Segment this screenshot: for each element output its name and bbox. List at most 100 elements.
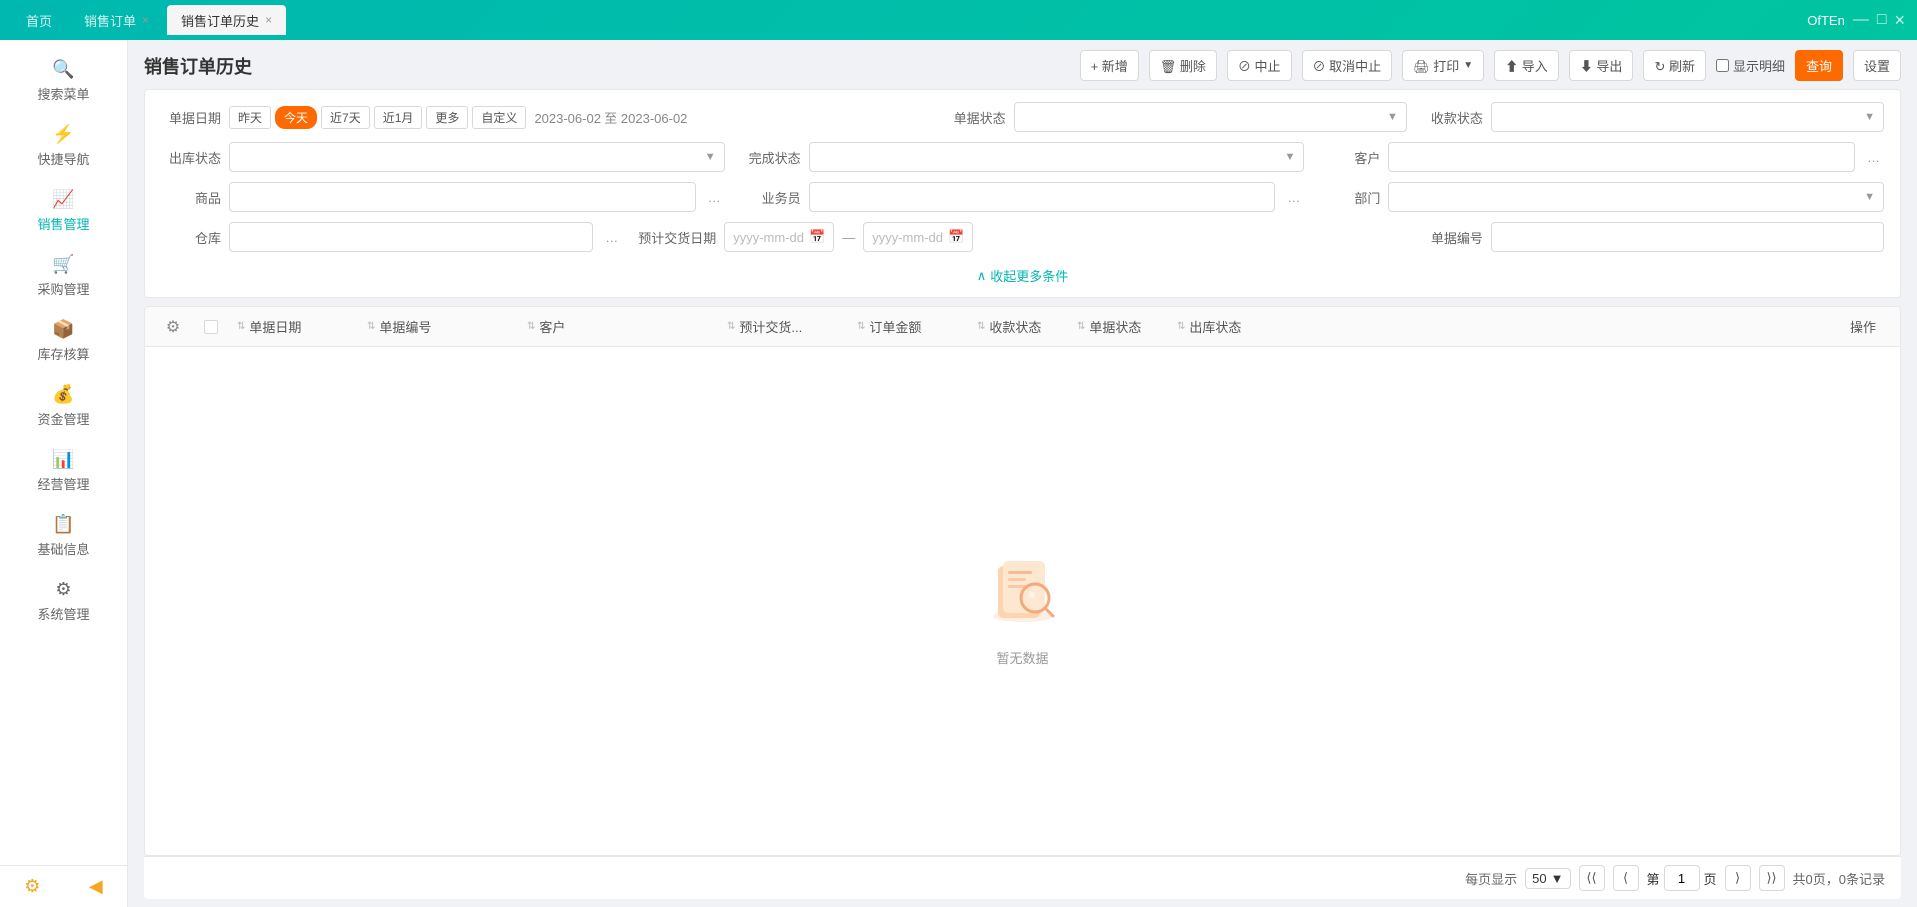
settings-button[interactable]: 设置	[1853, 50, 1901, 81]
query-button[interactable]: 查询	[1795, 50, 1843, 81]
th-customer[interactable]: ⇅ 客户	[519, 317, 719, 336]
department-select[interactable]: ▼	[1388, 182, 1884, 212]
page-input[interactable]	[1664, 865, 1700, 891]
date-range-btns: 昨天 今天 近7天 近1月 更多 自定义	[229, 106, 526, 129]
main-layout: 🔍 搜索菜单 ⚡ 快捷导航 📈 销售管理 🛒 采购管理 📦 库存核算 💰 资金管…	[0, 40, 1917, 907]
th-order[interactable]: ⇅ 单据编号	[359, 317, 519, 336]
delete-button[interactable]: 🗑 删除	[1149, 50, 1217, 81]
more-btn[interactable]: 更多	[426, 106, 468, 129]
table-header: ⚙ ⇅ 单据日期 ⇅ 单据编号 ⇅ 客户 ⇅	[145, 307, 1900, 347]
display-detail-checkbox[interactable]	[1716, 59, 1729, 72]
tab-sales-history-close[interactable]: ×	[265, 13, 272, 27]
custom-btn[interactable]: 自定义	[472, 106, 526, 129]
window-close-btn[interactable]: ×	[1894, 10, 1905, 31]
th-status[interactable]: ⇅ 单据状态	[1069, 317, 1169, 336]
product-ellipsis-btn[interactable]: …	[704, 190, 725, 205]
delivery-date-to[interactable]: yyyy-mm-dd 📅	[863, 222, 973, 252]
page-title: 销售订单历史	[144, 53, 252, 79]
table-settings-gear-icon[interactable]: ⚙	[166, 317, 180, 337]
print-button[interactable]: 🖨 打印 ▼	[1402, 50, 1484, 81]
doc-number-input[interactable]	[1491, 222, 1884, 252]
often-text: OfTEn	[1807, 13, 1845, 28]
pagination-page: 第 页	[1647, 865, 1717, 891]
sidebar-item-ops-mgmt[interactable]: 📊 经营管理	[0, 438, 127, 503]
first-page-btn[interactable]: ⟨⟨	[1579, 865, 1605, 891]
last1m-btn[interactable]: 近1月	[374, 106, 423, 129]
warehouse-ellipsis-btn[interactable]: …	[601, 230, 622, 245]
sidebar-item-basic-info-label: 基础信息	[37, 539, 89, 558]
tab-sales-order[interactable]: 销售订单 ×	[70, 5, 163, 35]
outbound-status-select[interactable]: ▼	[229, 142, 725, 172]
page-header: 销售订单历史 + 新增 🗑 删除 ⊘ 中止 ⊘ 取消中止 🖨 打印 ▼ ⬆ 导入…	[128, 40, 1917, 89]
doc-status-select[interactable]: ▼	[1014, 102, 1407, 132]
receipt-status-label: 收款状态	[1423, 108, 1483, 127]
prev-page-btn[interactable]: ⟨	[1613, 865, 1639, 891]
inventory-calc-icon: 📦	[53, 318, 75, 340]
salesperson-input[interactable]	[809, 182, 1276, 212]
collapse-btn[interactable]: ∧ 收起更多条件	[161, 262, 1884, 285]
window-maximize-btn[interactable]: □	[1877, 11, 1887, 29]
th-checkbox[interactable]	[193, 320, 229, 334]
page-prefix: 第	[1647, 869, 1660, 888]
display-toggle[interactable]: 显示明细	[1716, 56, 1785, 75]
sidebar-item-fund-mgmt[interactable]: 💰 资金管理	[0, 373, 127, 438]
today-btn[interactable]: 今天	[275, 106, 317, 129]
complete-status-select[interactable]: ▼	[809, 142, 1305, 172]
outbound-status-label: 出库状态	[161, 148, 221, 167]
fund-mgmt-icon: 💰	[53, 383, 75, 405]
sidebar-item-inventory-calc[interactable]: 📦 库存核算	[0, 308, 127, 373]
window-minimize-btn[interactable]: —	[1853, 11, 1869, 29]
warehouse-input[interactable]	[229, 222, 593, 252]
sidebar-item-basic-info[interactable]: 📋 基础信息	[0, 503, 127, 568]
product-input[interactable]	[229, 182, 696, 212]
toolbar: + 新增 🗑 删除 ⊘ 中止 ⊘ 取消中止 🖨 打印 ▼ ⬆ 导入 ⬇ 导出 ↻…	[1080, 50, 1901, 81]
export-button[interactable]: ⬇ 导出	[1569, 50, 1634, 81]
sidebar-item-sales-mgmt[interactable]: 📈 销售管理	[0, 178, 127, 243]
doc-date-label: 单据日期	[161, 108, 221, 127]
delivery-date-from[interactable]: yyyy-mm-dd 📅	[724, 222, 834, 252]
per-page-select[interactable]: 50 ▼	[1525, 868, 1570, 889]
th-receipt[interactable]: ⇅ 收款状态	[969, 317, 1069, 336]
cancel-stop-button[interactable]: ⊘ 取消中止	[1302, 50, 1393, 81]
doc-status-label: 单据状态	[946, 108, 1006, 127]
sort-status-icon: ⇅	[1077, 321, 1085, 332]
top-bar: 首页 销售订单 × 销售订单历史 × OfTEn — □ ×	[0, 0, 1917, 40]
last7-btn[interactable]: 近7天	[321, 106, 370, 129]
sidebar-settings-btn[interactable]: ⚙	[24, 876, 40, 897]
customer-input[interactable]	[1388, 142, 1855, 172]
department-label: 部门	[1320, 188, 1380, 207]
tab-home[interactable]: 首页	[12, 5, 66, 35]
sidebar-toggle-btn[interactable]: ◀	[89, 876, 103, 897]
th-outbound[interactable]: ⇅ 出库状态	[1169, 317, 1269, 336]
customer-ellipsis-btn[interactable]: …	[1863, 150, 1884, 165]
sidebar-item-sys-mgmt[interactable]: ⚙ 系统管理	[0, 568, 127, 633]
next-page-btn[interactable]: ⟩	[1725, 865, 1751, 891]
th-delivery[interactable]: ⇅ 预计交货...	[719, 317, 849, 336]
tab-sales-history[interactable]: 销售订单历史 ×	[167, 5, 286, 35]
refresh-button[interactable]: ↻ 刷新	[1643, 50, 1706, 81]
import-button[interactable]: ⬆ 导入	[1494, 50, 1559, 81]
date-range-text: 2023-06-02 至 2023-06-02	[534, 108, 687, 127]
filter-row-2: 出库状态 ▼ 完成状态 ▼ 客户	[161, 142, 1884, 172]
last-page-btn[interactable]: ⟩⟩	[1759, 865, 1785, 891]
th-date[interactable]: ⇅ 单据日期	[229, 317, 359, 336]
stop-button[interactable]: ⊘ 中止	[1227, 50, 1292, 81]
quick-nav-icon: ⚡	[53, 123, 75, 145]
yesterday-btn[interactable]: 昨天	[229, 106, 271, 129]
salesperson-ellipsis-btn[interactable]: …	[1283, 190, 1304, 205]
th-settings[interactable]: ⚙	[153, 317, 193, 337]
sidebar-item-quick-nav[interactable]: ⚡ 快捷导航	[0, 113, 127, 178]
sidebar-item-search-menu[interactable]: 🔍 搜索菜单	[0, 48, 127, 113]
display-detail-label: 显示明细	[1733, 56, 1785, 75]
receipt-status-select[interactable]: ▼	[1491, 102, 1884, 132]
sidebar-item-purchase-mgmt[interactable]: 🛒 采购管理	[0, 243, 127, 308]
tab-sales-order-close[interactable]: ×	[142, 13, 149, 27]
sidebar-bottom: ⚙ ◀	[0, 865, 127, 907]
print-label: 🖨 打印	[1413, 56, 1459, 75]
th-amount[interactable]: ⇅ 订单金额	[849, 317, 969, 336]
new-button[interactable]: + 新增	[1080, 50, 1139, 81]
header-checkbox[interactable]	[204, 320, 218, 334]
date-separator: —	[842, 230, 855, 245]
print-arrow-icon: ▼	[1463, 60, 1473, 71]
sidebar-item-sales-mgmt-label: 销售管理	[37, 214, 89, 233]
